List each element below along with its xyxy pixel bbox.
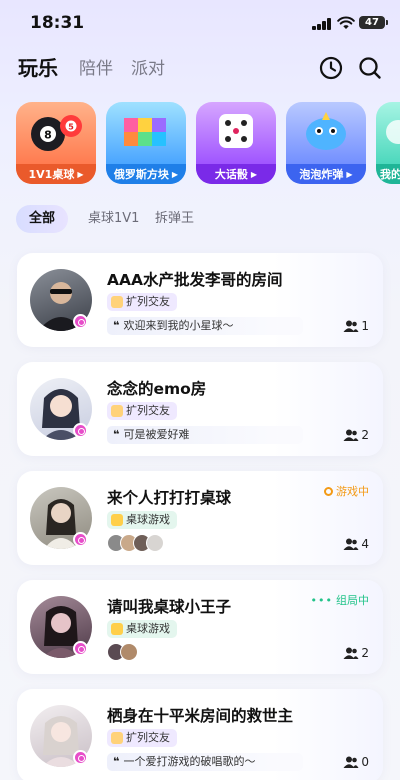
clock-icon[interactable] [318, 55, 344, 81]
quote-icon: ❝ [113, 319, 120, 332]
people-icon [343, 756, 359, 768]
room-card[interactable]: 请叫我桌球小王子 ••• 组局中 桌球游戏 2 [17, 580, 383, 674]
avatar-badge [73, 423, 88, 438]
room-quote: ❝ 可是被爱好难 [107, 426, 303, 444]
filter-bomb-king[interactable]: 拆弹王 [155, 205, 194, 233]
tab-play[interactable]: 玩乐 [18, 52, 58, 81]
billiard-ball-icon [111, 623, 123, 635]
member-count: 1 [343, 319, 369, 333]
game-label-billiard: 1V1桌球 [28, 168, 75, 181]
tab-companion[interactable]: 陪伴 [79, 54, 113, 79]
room-title: 请叫我桌球小王子 [107, 598, 232, 616]
people-icon [343, 429, 359, 441]
people-icon [343, 647, 359, 659]
member-count: 2 [343, 646, 369, 660]
game-tile-partial[interactable]: 我的 [376, 102, 400, 184]
room-tag: 扩列交友 [107, 402, 177, 420]
filter-all[interactable]: 全部 [16, 205, 69, 233]
avatar-badge [73, 532, 88, 547]
member-count: 2 [343, 428, 369, 442]
avatar-badge [73, 314, 88, 329]
status-dot-icon [324, 486, 333, 496]
people-icon [343, 538, 359, 550]
game-label-bubble-bomb: 泡泡炸弹 [299, 168, 344, 181]
game-tile-dice[interactable]: 大话骰 ▶ [196, 102, 276, 184]
game-tile-billiard[interactable]: 8 5 1V1桌球 ▶ [16, 102, 96, 184]
dice-icon [219, 114, 253, 148]
signal-icon [312, 18, 332, 30]
room-title: 念念的emo房 [107, 380, 207, 398]
hand-wave-icon [111, 405, 123, 417]
game-label-dice: 大话骰 [214, 168, 248, 181]
game-tile-tetris[interactable]: 俄罗斯方块 ▶ [106, 102, 186, 184]
game-label-tetris: 俄罗斯方块 [113, 168, 169, 181]
room-quote: ❝ 欢迎来到我的小星球～ [107, 317, 303, 335]
avatar-badge [73, 641, 88, 656]
room-title: 来个人打打打桌球 [107, 489, 232, 507]
member-avatar [120, 643, 138, 661]
room-title: AAA水产批发李哥的房间 [107, 271, 283, 289]
quote-icon: ❝ [113, 755, 120, 768]
svg-text:8: 8 [44, 129, 52, 142]
room-title: 栖身在十平米房间的救世主 [107, 707, 294, 725]
room-card[interactable]: 念念的emo房 扩列交友 ❝ 可是被爱好难 2 [17, 362, 383, 456]
billiard-icon: 8 5 [31, 115, 82, 151]
room-tag: 扩列交友 [107, 293, 177, 311]
game-carousel[interactable]: 8 5 1V1桌球 ▶ 俄罗斯方块 ▶ 大话骰 ▶ 泡泡炸弹 ▶ 我的 [16, 102, 400, 186]
search-icon[interactable] [357, 55, 383, 81]
quote-icon: ❝ [113, 428, 120, 441]
status-dots-icon: ••• [310, 593, 333, 607]
room-card[interactable]: AAA水产批发李哥的房间 扩列交友 ❝ 欢迎来到我的小星球～ 1 [17, 253, 383, 347]
room-tag: 桌球游戏 [107, 511, 177, 529]
member-count: 4 [343, 537, 369, 551]
avatar-badge [73, 750, 88, 765]
member-avatar [146, 534, 164, 552]
bubble-bomb-icon [306, 112, 346, 150]
game-label-partial: 我的 [380, 168, 400, 181]
tetris-icon [124, 118, 166, 146]
room-card[interactable]: 栖身在十平米房间的救世主 扩列交友 ❝ 一个爱打游戏的破唱歌的～ 0 [17, 689, 383, 780]
wifi-icon [337, 16, 355, 29]
status-time: 18:31 [30, 13, 85, 33]
room-tag: 桌球游戏 [107, 620, 177, 638]
room-status-forming: ••• 组局中 [310, 593, 369, 608]
people-icon [343, 320, 359, 332]
room-card[interactable]: 来个人打打打桌球 游戏中 桌球游戏 4 [17, 471, 383, 565]
member-count: 0 [343, 755, 369, 769]
tab-party[interactable]: 派对 [131, 54, 165, 79]
battery-indicator: 47 [359, 16, 388, 29]
hand-wave-icon [111, 732, 123, 744]
status-bar: 18:31 47 [0, 0, 400, 44]
billiard-ball-icon [111, 514, 123, 526]
hand-wave-icon [111, 296, 123, 308]
game-tile-bubble-bomb[interactable]: 泡泡炸弹 ▶ [286, 102, 366, 184]
room-tag: 扩列交友 [107, 729, 177, 747]
room-status-playing: 游戏中 [324, 483, 369, 499]
svg-text:5: 5 [68, 123, 74, 132]
filter-billiard-1v1[interactable]: 桌球1V1 [88, 205, 139, 233]
room-quote: ❝ 一个爱打游戏的破唱歌的～ [107, 753, 303, 771]
partial-game-icon [386, 120, 400, 144]
